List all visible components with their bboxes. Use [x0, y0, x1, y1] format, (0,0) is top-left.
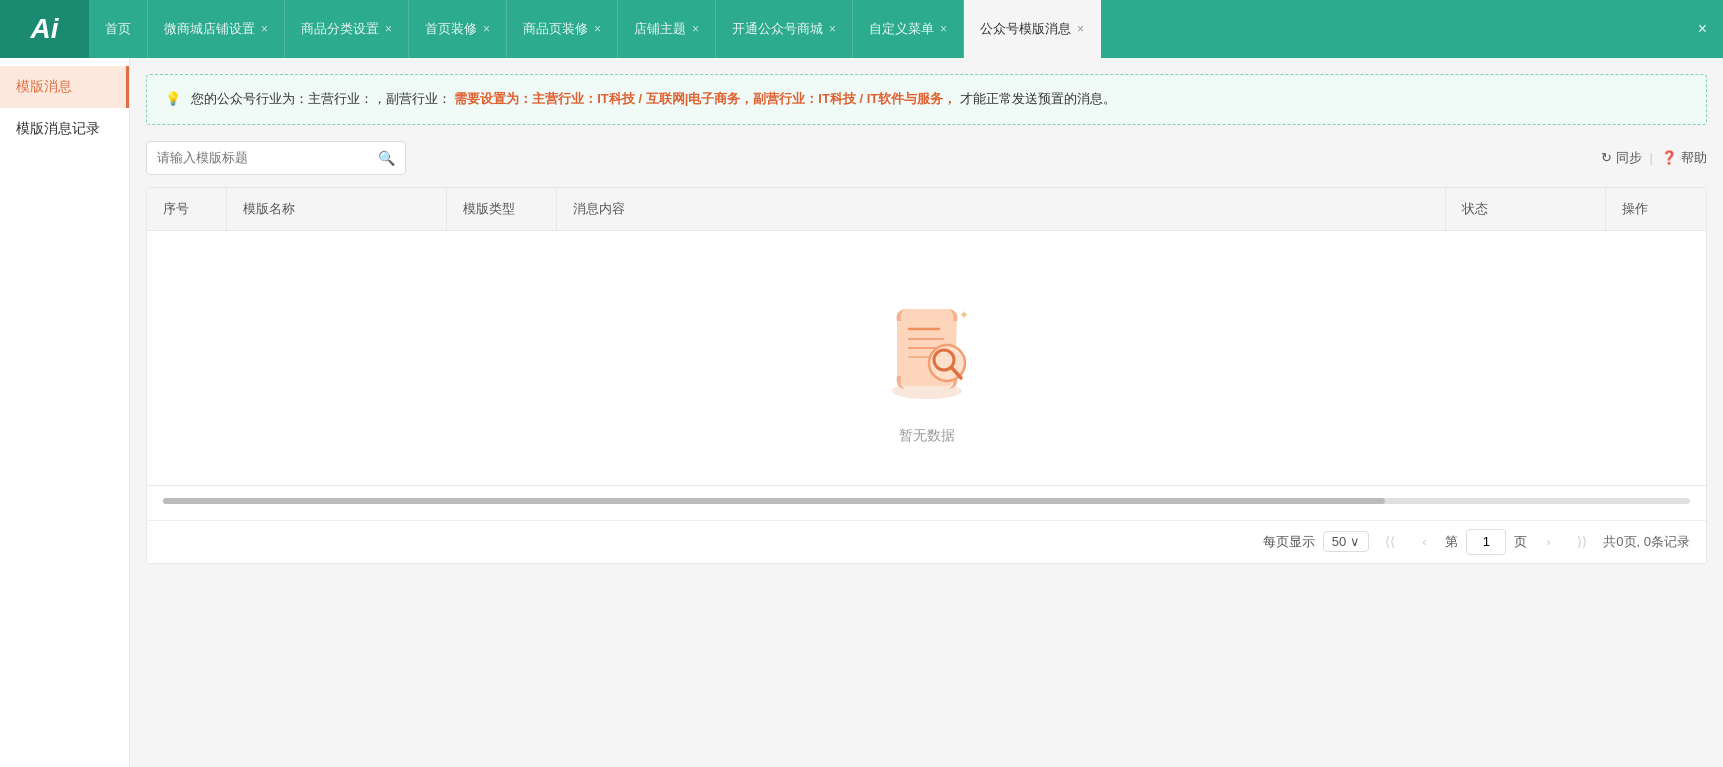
page-size-label: 每页显示	[1263, 533, 1315, 551]
nav-tab-5[interactable]: 店铺主题×	[618, 0, 716, 58]
last-page-button[interactable]: ⟩⟩	[1569, 529, 1595, 555]
th-action: 操作	[1606, 188, 1706, 230]
th-content: 消息内容	[557, 188, 1446, 230]
page-number-input[interactable]	[1466, 529, 1506, 555]
page-size-select[interactable]: 50 ∨	[1323, 531, 1369, 552]
help-icon: ❓	[1661, 150, 1677, 165]
next-page-button[interactable]: ›	[1535, 529, 1561, 555]
svg-text:✦: ✦	[959, 308, 969, 322]
main-layout: 模版消息模版消息记录 💡 您的公众号行业为：主营行业：，副营行业： 需要设置为：…	[0, 58, 1723, 767]
scrollbar-thumb[interactable]	[163, 498, 1385, 504]
page-size-value: 50	[1332, 534, 1346, 549]
nav-tab-0[interactable]: 首页	[89, 0, 148, 58]
page-prefix: 第	[1445, 533, 1458, 551]
table-header: 序号 模版名称 模版类型 消息内容 状态 操作	[147, 188, 1706, 231]
tab-close-icon-6[interactable]: ×	[829, 23, 836, 35]
tab-close-icon-4[interactable]: ×	[594, 23, 601, 35]
sync-button[interactable]: ↻ 同步	[1601, 149, 1642, 167]
page-suffix: 页	[1514, 533, 1527, 551]
help-button[interactable]: ❓ 帮助	[1661, 149, 1707, 167]
nav-tab-2[interactable]: 商品分类设置×	[285, 0, 409, 58]
notice-suffix: 才能正常发送预置的消息。	[960, 91, 1116, 106]
th-seq: 序号	[147, 188, 227, 230]
first-page-button[interactable]: ⟨⟨	[1377, 529, 1403, 555]
chevron-down-icon: ∨	[1350, 534, 1360, 549]
empty-text: 暂无数据	[899, 427, 955, 445]
tab-close-icon-5[interactable]: ×	[692, 23, 699, 35]
pagination: 每页显示 50 ∨ ⟨⟨ ‹ 第 页 › ⟩⟩ 共0页, 0条记录	[147, 520, 1706, 563]
help-label: 帮助	[1681, 149, 1707, 167]
notice-icon: 💡	[165, 91, 181, 106]
sidebar-item-1[interactable]: 模版消息记录	[0, 108, 129, 150]
th-name: 模版名称	[227, 188, 447, 230]
sidebar-item-0[interactable]: 模版消息	[0, 66, 129, 108]
logo-text: Ai	[31, 13, 59, 45]
prev-page-button[interactable]: ‹	[1411, 529, 1437, 555]
search-input-wrap[interactable]: 🔍	[146, 141, 406, 175]
notice-box: 💡 您的公众号行业为：主营行业：，副营行业： 需要设置为：主营行业：IT科技 /…	[146, 74, 1707, 125]
nav-tabs: 首页微商城店铺设置×商品分类设置×首页装修×商品页装修×店铺主题×开通公众号商城…	[89, 0, 1682, 58]
tab-close-icon-8[interactable]: ×	[1077, 23, 1084, 35]
th-type: 模版类型	[447, 188, 557, 230]
sidebar: 模版消息模版消息记录	[0, 58, 130, 767]
logo: Ai	[0, 0, 89, 58]
nav-tab-4[interactable]: 商品页装修×	[507, 0, 618, 58]
scrollbar-track[interactable]	[163, 498, 1690, 504]
content-area: 💡 您的公众号行业为：主营行业：，副营行业： 需要设置为：主营行业：IT科技 /…	[130, 58, 1723, 767]
page-summary: 共0页, 0条记录	[1603, 533, 1690, 551]
nav-tab-1[interactable]: 微商城店铺设置×	[148, 0, 285, 58]
top-nav: Ai 首页微商城店铺设置×商品分类设置×首页装修×商品页装修×店铺主题×开通公众…	[0, 0, 1723, 58]
tab-close-icon-1[interactable]: ×	[261, 23, 268, 35]
table-wrap: 序号 模版名称 模版类型 消息内容 状态 操作	[146, 187, 1707, 564]
tab-close-icon-3[interactable]: ×	[483, 23, 490, 35]
sync-label: 同步	[1616, 149, 1642, 167]
toolbar-right: ↻ 同步 | ❓ 帮助	[1601, 149, 1707, 167]
search-bar: 🔍 ↻ 同步 | ❓ 帮助	[146, 141, 1707, 175]
sync-icon: ↻	[1601, 150, 1612, 165]
divider: |	[1650, 150, 1653, 165]
nav-tab-3[interactable]: 首页装修×	[409, 0, 507, 58]
empty-illustration: ✦ ·	[867, 291, 987, 411]
nav-tab-7[interactable]: 自定义菜单×	[853, 0, 964, 58]
search-input[interactable]	[157, 150, 378, 165]
tab-close-icon-7[interactable]: ×	[940, 23, 947, 35]
empty-state: ✦ · 暂无数据	[147, 231, 1706, 485]
close-all-button[interactable]: ×	[1682, 20, 1723, 38]
search-icon[interactable]: 🔍	[378, 150, 395, 166]
nav-tab-6[interactable]: 开通公众号商城×	[716, 0, 853, 58]
scrollbar-area	[147, 485, 1706, 520]
svg-text:·: ·	[967, 334, 969, 343]
tab-close-icon-2[interactable]: ×	[385, 23, 392, 35]
th-status: 状态	[1446, 188, 1606, 230]
notice-highlight: 需要设置为：主营行业：IT科技 / 互联网|电子商务，副营行业：IT科技 / I…	[454, 91, 956, 106]
nav-tab-8[interactable]: 公众号模版消息×	[964, 0, 1101, 58]
notice-prefix: 您的公众号行业为：主营行业：，副营行业：	[191, 91, 451, 106]
